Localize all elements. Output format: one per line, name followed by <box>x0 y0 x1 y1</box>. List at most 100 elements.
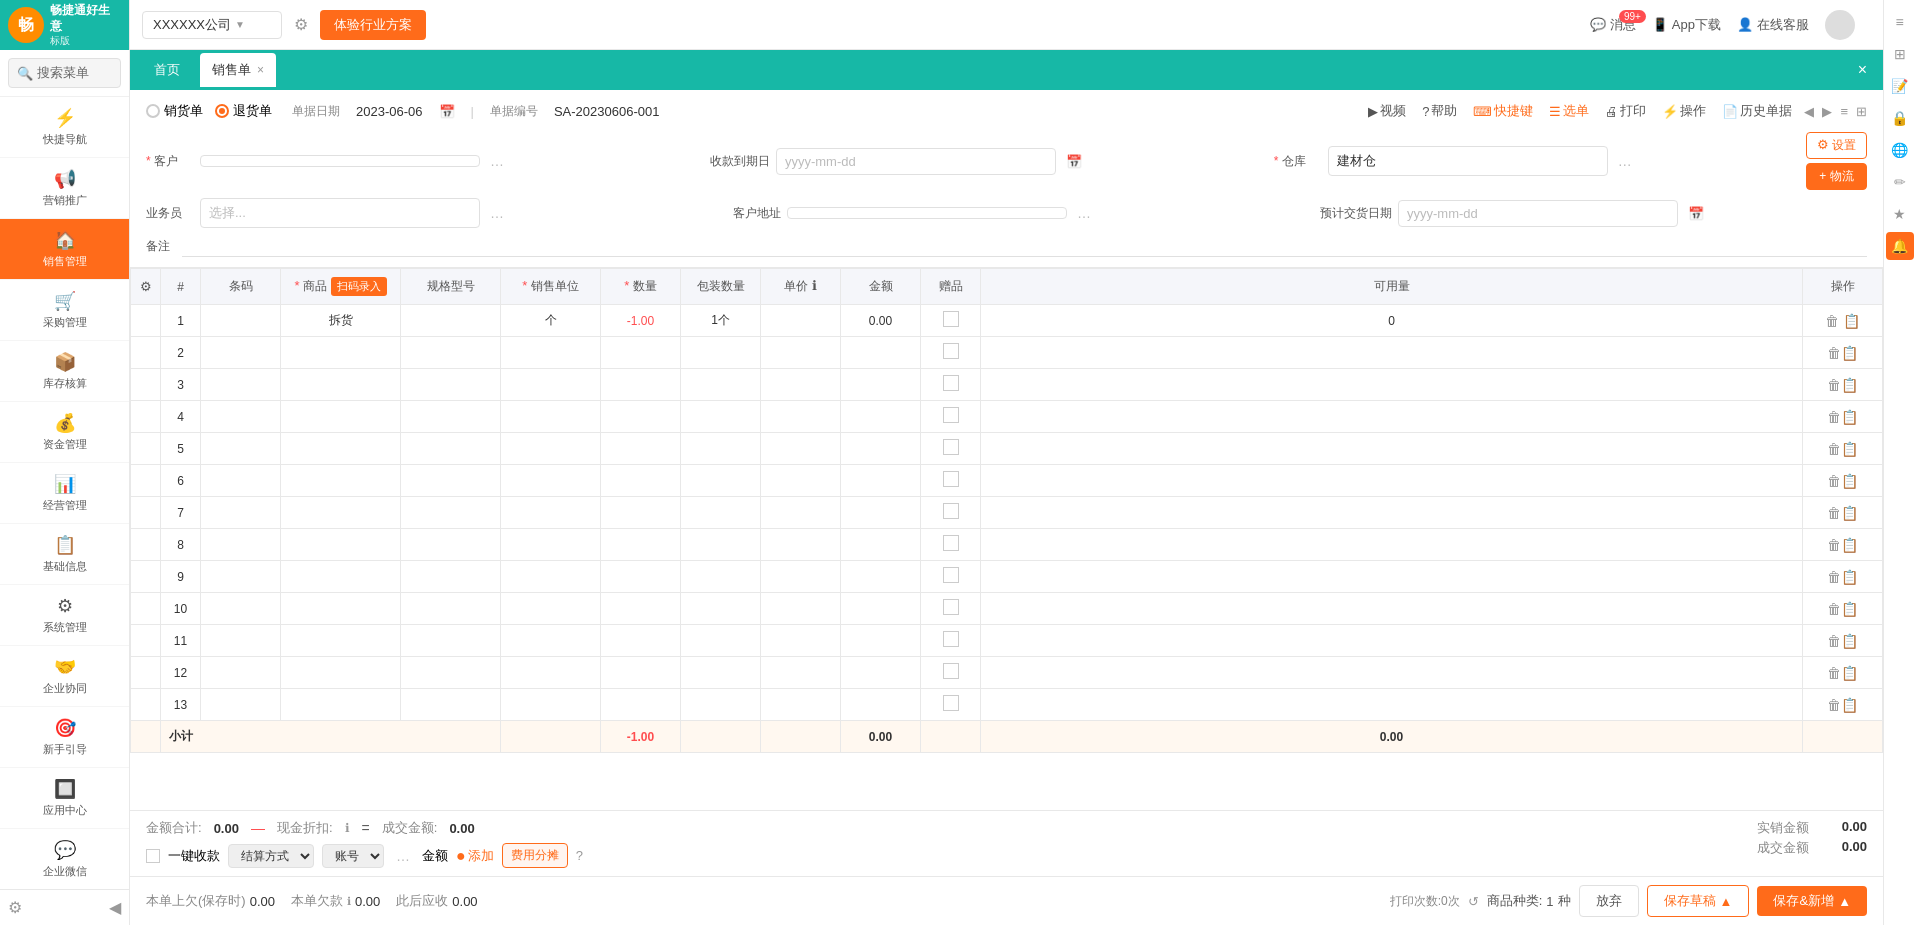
right-panel-btn-1[interactable]: ≡ <box>1886 8 1914 36</box>
copy-row-button[interactable]: 📋 <box>1841 441 1858 457</box>
delete-row-button[interactable]: 🗑 <box>1827 569 1841 585</box>
delete-row-button[interactable]: 🗑 <box>1827 633 1841 649</box>
fee-split-button[interactable]: 费用分摊 <box>502 843 568 868</box>
sidebar-collapse-button[interactable]: ◀ <box>109 898 121 917</box>
delete-row-button[interactable]: 🗑 <box>1827 409 1841 425</box>
customer-more-btn[interactable]: … <box>486 153 508 169</box>
online-service-button[interactable]: 👤 在线客服 <box>1737 16 1809 34</box>
row-gift[interactable] <box>921 305 981 337</box>
customer-input[interactable] <box>200 155 480 167</box>
row-price[interactable] <box>761 305 841 337</box>
copy-row-button[interactable]: 📋 <box>1841 345 1858 361</box>
video-btn[interactable]: ▶ 视频 <box>1364 100 1410 122</box>
right-panel-btn-4[interactable]: 🔒 <box>1886 104 1914 132</box>
radio-sale[interactable]: 销货单 <box>146 102 203 120</box>
payment-date-input[interactable]: yyyy-mm-dd <box>776 148 1056 175</box>
search-menu-button[interactable]: 🔍 搜索菜单 <box>8 58 121 88</box>
warehouse-more-btn[interactable]: … <box>1614 153 1636 169</box>
gift-checkbox[interactable] <box>943 503 959 519</box>
gift-checkbox[interactable] <box>943 695 959 711</box>
sidebar-item-apps[interactable]: 🔲 应用中心 <box>0 768 129 829</box>
payment-method-select[interactable]: 结算方式 <box>228 844 314 868</box>
row-qty[interactable]: -1.00 <box>601 305 681 337</box>
right-panel-btn-3[interactable]: 📝 <box>1886 72 1914 100</box>
copy-row-button[interactable]: 📋 <box>1841 601 1858 617</box>
scan-btn[interactable]: 扫码录入 <box>331 277 387 296</box>
refresh-icon[interactable]: ↺ <box>1468 894 1479 909</box>
avatar[interactable] <box>1825 10 1855 40</box>
delete-row-button[interactable]: 🗑 <box>1827 665 1841 681</box>
copy-row-button[interactable]: 📋 <box>1841 665 1858 681</box>
company-selector[interactable]: XXXXXX公司 ▼ <box>142 11 282 39</box>
gift-checkbox[interactable] <box>943 663 959 679</box>
copy-row-button[interactable]: 📋 <box>1841 505 1858 521</box>
right-panel-btn-8[interactable]: 🔔 <box>1886 232 1914 260</box>
copy-row-button[interactable]: 📋 <box>1841 633 1858 649</box>
copy-row-button[interactable]: 📋 <box>1841 473 1858 489</box>
gift-checkbox[interactable] <box>943 343 959 359</box>
salesperson-more-btn[interactable]: … <box>486 205 508 221</box>
customer-addr-more-btn[interactable]: … <box>1073 205 1095 221</box>
history-btn[interactable]: 📄 历史单据 <box>1718 100 1796 122</box>
row-spec[interactable] <box>401 305 501 337</box>
right-panel-btn-6[interactable]: ✏ <box>1886 168 1914 196</box>
one-click-pay-checkbox[interactable] <box>146 849 160 863</box>
warehouse-input[interactable]: 建材仓 <box>1328 146 1608 176</box>
save-draft-button[interactable]: 保存草稿 ▲ <box>1647 885 1750 917</box>
next-icon[interactable]: ▶ <box>1822 104 1832 119</box>
save-new-button[interactable]: 保存&新增 ▲ <box>1757 886 1867 916</box>
salesperson-input[interactable]: 选择... <box>200 198 480 228</box>
shortcut-btn[interactable]: ⌨ 快捷键 <box>1469 100 1537 122</box>
sidebar-item-finance[interactable]: 💰 资金管理 <box>0 402 129 463</box>
trial-plan-button[interactable]: 体验行业方案 <box>320 10 426 40</box>
settings-side-btn[interactable]: ⚙ 设置 <box>1806 132 1867 159</box>
sidebar-item-enterprise[interactable]: 🤝 企业协同 <box>0 646 129 707</box>
sidebar-settings-button[interactable]: ⚙ <box>8 898 22 917</box>
gift-checkbox[interactable] <box>943 311 959 327</box>
tab-close-button[interactable]: × <box>257 63 264 77</box>
gift-checkbox[interactable] <box>943 407 959 423</box>
tab-close-all-button[interactable]: × <box>1850 57 1875 83</box>
gift-checkbox[interactable] <box>943 535 959 551</box>
payment-more-btn[interactable]: … <box>392 848 414 864</box>
expected-date-calendar-icon[interactable]: 📅 <box>1688 206 1704 221</box>
delete-row-button[interactable]: 🗑 <box>1827 505 1841 521</box>
prev-icon[interactable]: ◀ <box>1804 104 1814 119</box>
topbar-gear-button[interactable]: ⚙ <box>290 11 312 38</box>
discard-button[interactable]: 放弃 <box>1579 885 1639 917</box>
sidebar-item-sales[interactable]: 🏠 销售管理 <box>0 219 129 280</box>
delete-row-button[interactable]: 🗑 <box>1827 537 1841 553</box>
remark-input[interactable] <box>182 236 1867 257</box>
gift-checkbox[interactable] <box>943 375 959 391</box>
gift-checkbox[interactable] <box>943 599 959 615</box>
copy-row-button[interactable]: 📋 <box>1843 313 1860 329</box>
sidebar-item-operations[interactable]: 📊 经营管理 <box>0 463 129 524</box>
delete-row-button[interactable]: 🗑 <box>1827 601 1841 617</box>
sidebar-item-guide[interactable]: 🎯 新手引导 <box>0 707 129 768</box>
delete-row-button[interactable]: 🗑 <box>1827 473 1841 489</box>
list-view-icon[interactable]: ≡ <box>1840 104 1848 119</box>
copy-row-button[interactable]: 📋 <box>1841 569 1858 585</box>
col-settings[interactable]: ⚙ <box>131 269 161 305</box>
sidebar-item-base-info[interactable]: 📋 基础信息 <box>0 524 129 585</box>
delete-row-button[interactable]: 🗑 <box>1825 313 1839 329</box>
print-btn[interactable]: 🖨 打印 <box>1601 100 1650 122</box>
delete-row-button[interactable]: 🗑 <box>1827 441 1841 457</box>
delete-row-button[interactable]: 🗑 <box>1827 377 1841 393</box>
calendar-icon[interactable]: 📅 <box>439 104 455 119</box>
payment-account-select[interactable]: 账号 <box>322 844 384 868</box>
sidebar-item-quick-nav[interactable]: ⚡ 快捷导航 <box>0 97 129 158</box>
sidebar-item-marketing[interactable]: 📢 营销推广 <box>0 158 129 219</box>
radio-return[interactable]: 退货单 <box>215 102 272 120</box>
right-panel-btn-5[interactable]: 🌐 <box>1886 136 1914 164</box>
row-barcode[interactable] <box>201 305 281 337</box>
row-product[interactable]: 拆货 <box>281 305 401 337</box>
grid-view-icon[interactable]: ⊞ <box>1856 104 1867 119</box>
sidebar-item-wechat[interactable]: 💬 企业微信 <box>0 829 129 889</box>
expected-date-input[interactable]: yyyy-mm-dd <box>1398 200 1678 227</box>
row-amount[interactable]: 0.00 <box>841 305 921 337</box>
tab-home[interactable]: 首页 <box>138 53 196 87</box>
gift-checkbox[interactable] <box>943 631 959 647</box>
help-btn[interactable]: ? 帮助 <box>1418 100 1461 122</box>
delete-row-button[interactable]: 🗑 <box>1827 345 1841 361</box>
